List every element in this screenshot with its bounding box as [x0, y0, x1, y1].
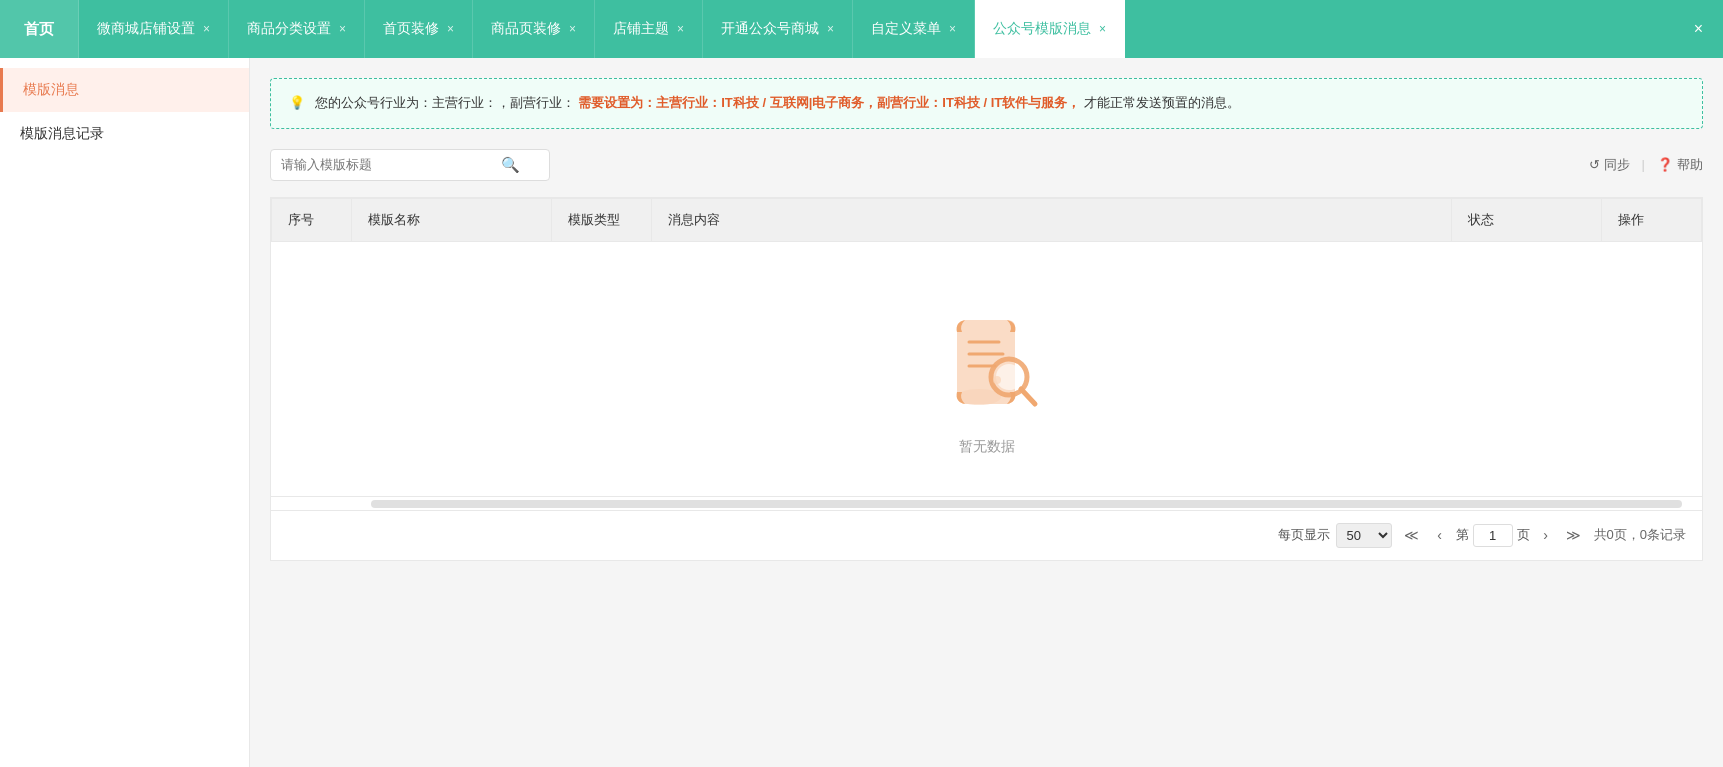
column-header-template-type: 模版类型 [552, 198, 652, 241]
close-tab-product-decoration-icon[interactable]: × [569, 22, 576, 36]
next-page-button[interactable]: › [1534, 523, 1558, 547]
column-header-message-content: 消息内容 [652, 198, 1452, 241]
close-tab-wechat-shop-icon[interactable]: × [203, 22, 210, 36]
sync-button[interactable]: ↺ 同步 [1589, 156, 1630, 174]
svg-line-6 [1021, 389, 1035, 404]
last-page-button[interactable]: ≫ [1562, 523, 1586, 547]
page-unit: 页 [1517, 526, 1530, 544]
nav-tab-home-decoration[interactable]: 首页装修 × [365, 0, 473, 58]
nav-tab-wechat-shop[interactable]: 微商城店铺设置 × [79, 0, 229, 58]
search-bar: 🔍 ↺ 同步 | ❓ 帮助 [270, 149, 1703, 181]
nav-label: 店铺主题 [613, 20, 669, 38]
notice-lightbulb-icon: 💡 [289, 95, 305, 110]
close-tab-open-wechat-mall-icon[interactable]: × [827, 22, 834, 36]
page-size-selector: 每页显示 10 20 50 100 [1278, 523, 1392, 548]
close-tab-shop-theme-icon[interactable]: × [677, 22, 684, 36]
table-body: 暂无数据 [272, 241, 1702, 496]
page-navigation: ≪ ‹ 第 页 › ≫ [1400, 523, 1586, 547]
search-input-wrapper[interactable]: 🔍 [270, 149, 550, 181]
nav-label: 商品分类设置 [247, 20, 331, 38]
data-table: 序号 模版名称 模版类型 消息内容 状态 操作 [271, 198, 1702, 496]
table-container: 序号 模版名称 模版类型 消息内容 状态 操作 [270, 197, 1703, 561]
close-tab-template-message-icon[interactable]: × [1099, 22, 1106, 36]
sidebar-item-label: 模版消息记录 [20, 125, 104, 141]
horizontal-scrollbar[interactable] [271, 496, 1702, 510]
nav-tab-shop-theme[interactable]: 店铺主题 × [595, 0, 703, 58]
close-tab-custom-menu-icon[interactable]: × [949, 22, 956, 36]
svg-point-5 [996, 364, 1022, 390]
per-page-select[interactable]: 10 20 50 100 [1336, 523, 1392, 548]
svg-point-7 [993, 376, 1001, 384]
scrollbar-track [371, 500, 1682, 508]
home-tab-label: 首页 [24, 20, 54, 39]
help-button[interactable]: ❓ 帮助 [1657, 156, 1703, 174]
column-header-status: 状态 [1452, 198, 1602, 241]
sidebar-item-template-message[interactable]: 模版消息 [0, 68, 249, 112]
nav-label: 自定义菜单 [871, 20, 941, 38]
total-info: 共0页，0条记录 [1594, 526, 1686, 544]
top-navigation: 首页 微商城店铺设置 × 商品分类设置 × 首页装修 × 商品页装修 × 店铺主… [0, 0, 1723, 58]
notice-highlight: 需要设置为：主营行业：IT科技 / 互联网|电子商务，副营行业：IT科技 / I… [578, 95, 1080, 110]
help-icon: ❓ [1657, 157, 1673, 172]
main-layout: 模版消息 模版消息记录 💡 您的公众号行业为：主营行业：，副营行业： 需要设置为… [0, 58, 1723, 767]
nav-tab-open-wechat-mall[interactable]: 开通公众号商城 × [703, 0, 853, 58]
close-tab-product-category-icon[interactable]: × [339, 22, 346, 36]
notice-box: 💡 您的公众号行业为：主营行业：，副营行业： 需要设置为：主营行业：IT科技 /… [270, 78, 1703, 129]
first-page-button[interactable]: ≪ [1400, 523, 1424, 547]
help-label: 帮助 [1677, 156, 1703, 174]
action-divider: | [1642, 157, 1645, 172]
sync-icon: ↺ [1589, 157, 1600, 172]
search-icon[interactable]: 🔍 [501, 156, 520, 174]
column-header-actions: 操作 [1602, 198, 1702, 241]
nav-tab-custom-menu[interactable]: 自定义菜单 × [853, 0, 975, 58]
nav-label: 首页装修 [383, 20, 439, 38]
page-number-input[interactable] [1473, 524, 1513, 547]
close-tab-home-decoration-icon[interactable]: × [447, 22, 454, 36]
pagination: 每页显示 10 20 50 100 ≪ ‹ 第 页 › ≫ [271, 510, 1702, 560]
column-header-template-name: 模版名称 [352, 198, 552, 241]
prev-page-button[interactable]: ‹ [1428, 523, 1452, 547]
content-area: 💡 您的公众号行业为：主营行业：，副营行业： 需要设置为：主营行业：IT科技 /… [250, 58, 1723, 767]
sync-label: 同步 [1604, 156, 1630, 174]
table-header: 序号 模版名称 模版类型 消息内容 状态 操作 [272, 198, 1702, 241]
nav-tab-product-category[interactable]: 商品分类设置 × [229, 0, 365, 58]
sidebar-item-template-message-records[interactable]: 模版消息记录 [0, 112, 249, 156]
nav-label: 公众号模版消息 [993, 20, 1091, 38]
empty-state: 暂无数据 [272, 242, 1702, 496]
page-label: 第 [1456, 526, 1469, 544]
nav-label: 微商城店铺设置 [97, 20, 195, 38]
nav-tab-home[interactable]: 首页 [0, 0, 79, 58]
nav-tab-product-decoration[interactable]: 商品页装修 × [473, 0, 595, 58]
close-all-tabs-button[interactable]: × [1674, 20, 1723, 38]
column-header-index: 序号 [272, 198, 352, 241]
nav-tab-template-message[interactable]: 公众号模版消息 × [975, 0, 1125, 58]
search-input[interactable] [281, 157, 501, 172]
per-page-label: 每页显示 [1278, 526, 1330, 544]
notice-suffix: 才能正常发送预置的消息。 [1084, 95, 1240, 110]
nav-label: 商品页装修 [491, 20, 561, 38]
empty-state-text: 暂无数据 [959, 438, 1015, 456]
sidebar: 模版消息 模版消息记录 [0, 58, 250, 767]
empty-state-illustration [927, 302, 1047, 422]
nav-label: 开通公众号商城 [721, 20, 819, 38]
sidebar-item-label: 模版消息 [23, 81, 79, 97]
search-actions: ↺ 同步 | ❓ 帮助 [1589, 156, 1703, 174]
notice-prefix: 您的公众号行业为：主营行业：，副营行业： [315, 95, 575, 110]
